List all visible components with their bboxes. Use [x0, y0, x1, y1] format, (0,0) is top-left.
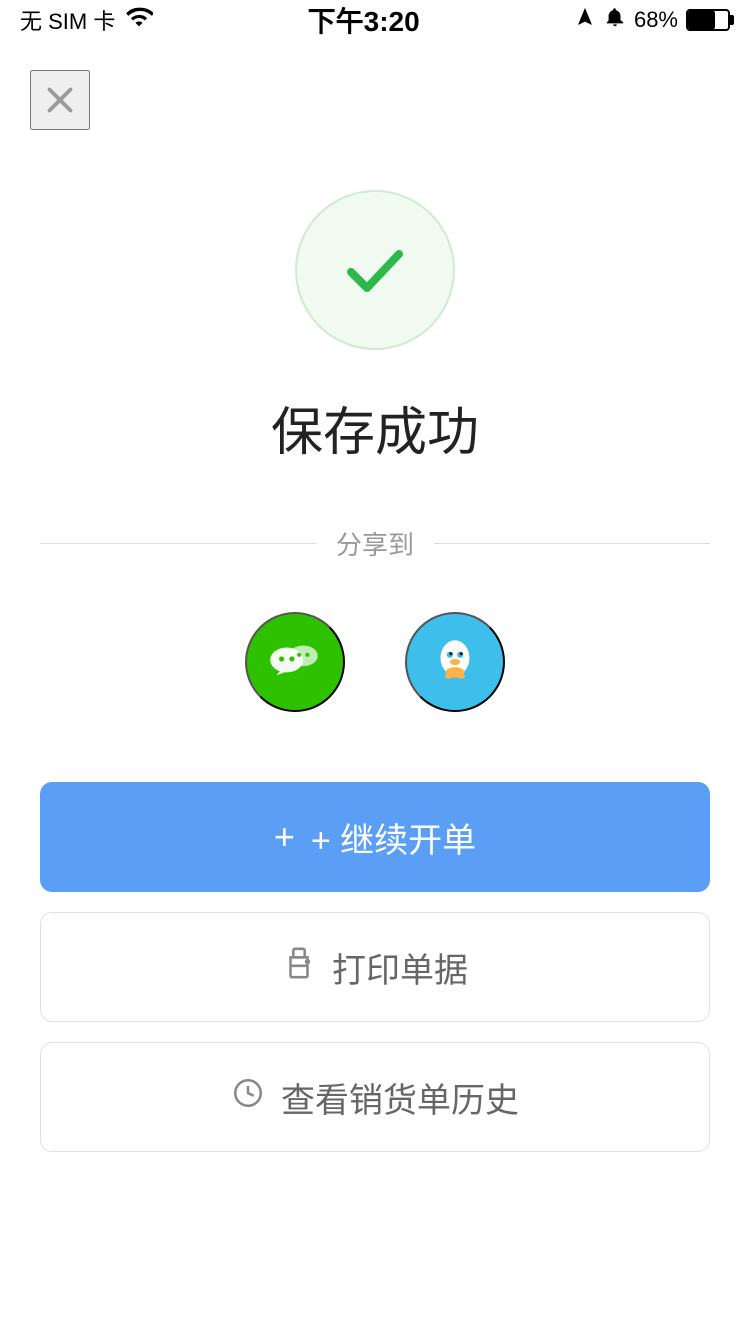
status-time: 下午3:20: [308, 0, 420, 40]
plus-icon: +: [274, 816, 295, 858]
share-label: 分享到: [336, 525, 414, 562]
qq-icon: [424, 631, 486, 693]
history-icon: [231, 1076, 265, 1119]
qq-share-button[interactable]: [405, 612, 505, 712]
status-right: 68%: [574, 6, 730, 34]
print-button[interactable]: 打印单据: [40, 912, 710, 1022]
battery-percent: 68%: [634, 7, 678, 33]
wechat-icon: [264, 631, 326, 693]
print-label: 打印单据: [332, 943, 468, 992]
continue-order-label: + 继续开单: [311, 813, 476, 862]
action-buttons: + + 继续开单 打印单据 查看销货单历史: [40, 782, 710, 1152]
share-icons-row: [245, 612, 505, 712]
main-content: 保存成功 分享到: [0, 130, 750, 1334]
success-title: 保存成功: [271, 390, 479, 465]
alarm-icon: [604, 6, 626, 34]
print-icon: [282, 946, 316, 989]
wifi-icon: [125, 3, 153, 37]
status-left: 无 SIM 卡: [20, 3, 153, 37]
continue-order-button[interactable]: + + 继续开单: [40, 782, 710, 892]
status-bar: 无 SIM 卡 下午3:20 68%: [0, 0, 750, 40]
checkmark-icon: [335, 230, 415, 310]
history-button[interactable]: 查看销货单历史: [40, 1042, 710, 1152]
divider-left: [40, 543, 316, 544]
close-button[interactable]: [30, 70, 90, 130]
sim-text: 无 SIM 卡: [20, 4, 115, 36]
divider-right: [434, 543, 710, 544]
share-divider: 分享到: [40, 525, 710, 562]
history-label: 查看销货单历史: [281, 1073, 519, 1122]
success-icon-circle: [295, 190, 455, 350]
wechat-share-button[interactable]: [245, 612, 345, 712]
location-icon: [574, 6, 596, 34]
battery-indicator: [686, 9, 730, 31]
